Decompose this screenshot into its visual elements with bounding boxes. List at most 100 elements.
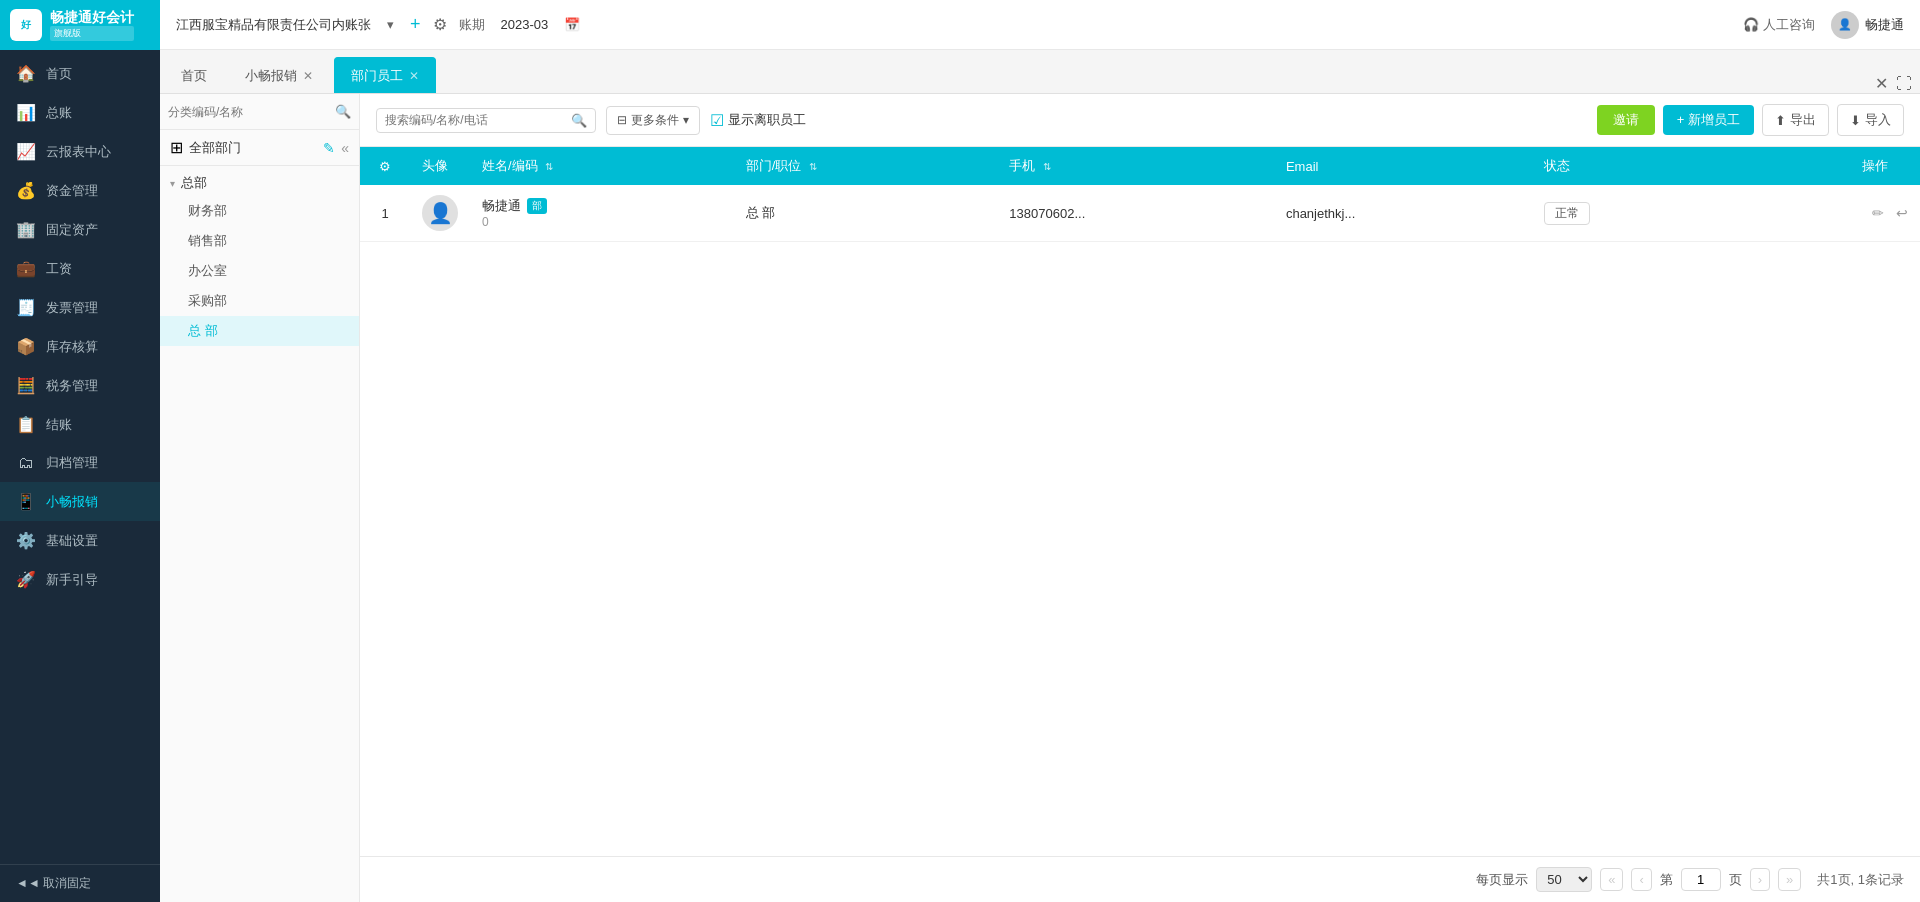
sidebar-item-assets[interactable]: 🏢 固定资产: [0, 210, 160, 249]
tab-dept-employee[interactable]: 部门员工 ✕: [334, 57, 436, 93]
filter-icon: ⊟: [617, 113, 627, 127]
invite-button[interactable]: 邀请: [1597, 105, 1655, 135]
sidebar-item-tax[interactable]: 🧮 税务管理: [0, 366, 160, 405]
sidebar-item-home[interactable]: 🏠 首页: [0, 54, 160, 93]
invoice-icon: 🧾: [16, 298, 36, 317]
import-button[interactable]: ⬇ 导入: [1837, 104, 1904, 136]
tab-home[interactable]: 首页: [164, 57, 224, 93]
employee-name: 畅捷通: [482, 197, 521, 215]
page-text-label: 第: [1660, 871, 1673, 889]
add-employee-button[interactable]: + 新增员工: [1663, 105, 1754, 135]
page-number-input[interactable]: [1681, 868, 1721, 891]
dept-root-label: 总部: [181, 174, 207, 192]
col-settings[interactable]: ⚙: [360, 147, 410, 185]
dept-item-finance[interactable]: 财务部: [160, 196, 359, 226]
sidebar-item-label: 结账: [46, 416, 72, 434]
col-dept[interactable]: 部门/职位 ⇅: [734, 147, 998, 185]
dept-search-input[interactable]: [168, 105, 329, 119]
sidebar-item-payroll[interactable]: 💼 工资: [0, 249, 160, 288]
dept-edit-icon[interactable]: ✎: [323, 140, 335, 156]
first-page-icon: «: [1608, 872, 1615, 887]
dept-general-label: 总 部: [188, 323, 218, 338]
dept-all-departments[interactable]: ⊞ 全部部门 ✎ «: [160, 130, 359, 166]
per-page-select[interactable]: 50 20 100: [1536, 867, 1592, 892]
service-button[interactable]: 🎧 人工咨询: [1743, 16, 1815, 34]
company-dropdown-icon[interactable]: ▾: [387, 17, 394, 32]
archive-icon: 🗂: [16, 454, 36, 472]
home-icon: 🏠: [16, 64, 36, 83]
dept-item-purchase[interactable]: 采购部: [160, 286, 359, 316]
sidebar-item-reports[interactable]: 📈 云报表中心: [0, 132, 160, 171]
show-resigned-checkbox[interactable]: ☑ 显示离职员工: [710, 111, 806, 130]
row-dept-cell: 总 部: [734, 185, 998, 242]
dept-badge: 部: [527, 198, 547, 214]
headset-icon: 🎧: [1743, 17, 1759, 32]
sidebar-item-archive[interactable]: 🗂 归档管理: [0, 444, 160, 482]
tab-expense[interactable]: 小畅报销 ✕: [228, 57, 330, 93]
sidebar-item-label: 工资: [46, 260, 72, 278]
export-label: 导出: [1790, 111, 1816, 129]
last-page-icon: »: [1786, 872, 1793, 887]
export-button[interactable]: ⬆ 导出: [1762, 104, 1829, 136]
sidebar-item-label: 小畅报销: [46, 493, 98, 511]
last-page-button[interactable]: »: [1778, 868, 1801, 891]
sidebar-item-close[interactable]: 📋 结账: [0, 405, 160, 444]
row-no: 1: [360, 185, 410, 242]
row-action-cell: ✏ ↩: [1726, 185, 1920, 242]
fund-icon: 💰: [16, 181, 36, 200]
dept-collapse-icon[interactable]: «: [341, 140, 349, 156]
payroll-icon: 💼: [16, 259, 36, 278]
employee-search-input[interactable]: [385, 113, 565, 127]
checkbox-icon: ☑: [710, 111, 724, 130]
sidebar-item-inventory[interactable]: 📦 库存核算: [0, 327, 160, 366]
tab-dept-label: 部门员工: [351, 67, 403, 85]
sidebar-item-label: 首页: [46, 65, 72, 83]
tab-home-label: 首页: [181, 67, 207, 85]
sidebar-item-invoice[interactable]: 🧾 发票管理: [0, 288, 160, 327]
employee-search-icon[interactable]: 🔍: [571, 113, 587, 128]
sidebar-item-label: 发票管理: [46, 299, 98, 317]
first-page-button[interactable]: «: [1600, 868, 1623, 891]
ledger-icon: 📊: [16, 103, 36, 122]
col-name[interactable]: 姓名/编码 ⇅: [470, 147, 734, 185]
sidebar-item-fund[interactable]: 💰 资金管理: [0, 171, 160, 210]
settings-gear-icon[interactable]: ⚙: [433, 15, 447, 34]
dept-item-sales[interactable]: 销售部: [160, 226, 359, 256]
assets-icon: 🏢: [16, 220, 36, 239]
dept-item-office[interactable]: 办公室: [160, 256, 359, 286]
col-phone[interactable]: 手机 ⇅: [997, 147, 1274, 185]
edit-employee-icon[interactable]: ✏: [1872, 205, 1884, 221]
tab-expense-close-icon[interactable]: ✕: [303, 69, 313, 83]
user-menu[interactable]: 👤 畅捷通: [1831, 11, 1904, 39]
filter-button[interactable]: ⊟ 更多条件 ▾: [606, 106, 700, 135]
dept-search-icon[interactable]: 🔍: [335, 104, 351, 119]
prev-page-icon: ‹: [1639, 872, 1643, 887]
sidebar-nav: 🏠 首页 📊 总账 📈 云报表中心 💰 资金管理 🏢 固定资产 💼 工资 🧾 发…: [0, 50, 160, 864]
dept-sales-label: 销售部: [188, 233, 227, 248]
user-avatar: 👤: [1831, 11, 1859, 39]
sidebar-item-settings[interactable]: ⚙️ 基础设置: [0, 521, 160, 560]
add-company-icon[interactable]: +: [410, 14, 421, 35]
tab-close-all-icon[interactable]: ✕: [1875, 74, 1888, 93]
sidebar-item-label: 固定资产: [46, 221, 98, 239]
topbar-right: 🎧 人工咨询 👤 畅捷通: [1743, 11, 1904, 39]
row-phone-cell: 138070602...: [997, 185, 1274, 242]
sidebar-item-label: 基础设置: [46, 532, 98, 550]
prev-page-button[interactable]: ‹: [1631, 868, 1651, 891]
dept-group-root[interactable]: ▾ 总部: [160, 170, 359, 196]
calendar-icon[interactable]: 📅: [564, 17, 580, 32]
employee-panel: 🔍 ⊟ 更多条件 ▾ ☑ 显示离职员工 邀请 + 新增员工: [360, 94, 1920, 902]
dept-item-general[interactable]: 总 部: [160, 316, 359, 346]
sidebar-item-label: 新手引导: [46, 571, 98, 589]
show-resigned-label: 显示离职员工: [728, 111, 806, 129]
next-page-button[interactable]: ›: [1750, 868, 1770, 891]
tab-dept-close-icon[interactable]: ✕: [409, 69, 419, 83]
tax-icon: 🧮: [16, 376, 36, 395]
logout-employee-icon[interactable]: ↩: [1896, 205, 1908, 221]
tab-expand-icon[interactable]: ⛶: [1896, 75, 1912, 93]
sidebar-item-ledger[interactable]: 📊 总账: [0, 93, 160, 132]
sidebar-unpin-button[interactable]: ◄◄ 取消固定: [0, 864, 160, 902]
sidebar-item-guide[interactable]: 🚀 新手引导: [0, 560, 160, 599]
sidebar-item-expense[interactable]: 📱 小畅报销: [0, 482, 160, 521]
content-area: 🔍 ⊞ 全部部门 ✎ « ▾ 总部 财务部 销售部: [160, 94, 1920, 902]
